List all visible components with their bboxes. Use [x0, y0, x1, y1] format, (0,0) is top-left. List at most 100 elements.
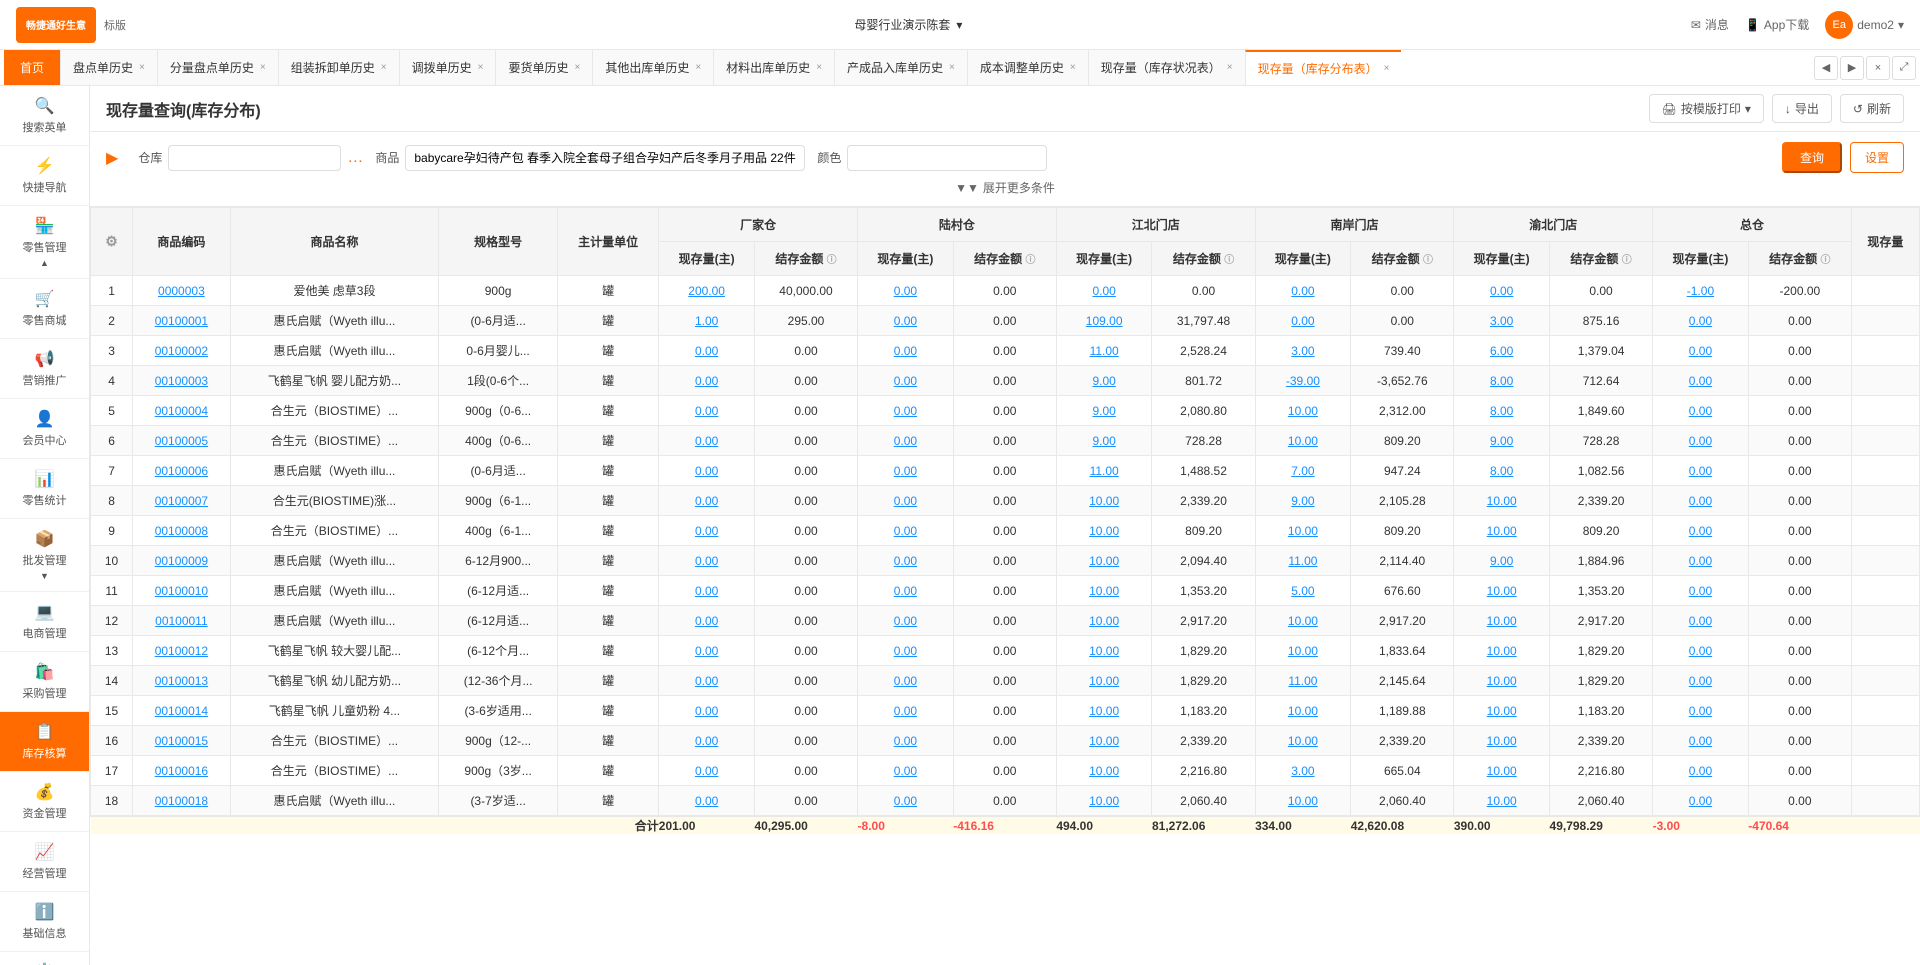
row-jb-qty: 109.00: [1056, 306, 1152, 336]
th-gear[interactable]: ⚙: [91, 208, 133, 276]
close-tab-7[interactable]: ×: [816, 62, 822, 73]
row-unit: 罐: [558, 336, 659, 366]
collapse-arrow[interactable]: ▶: [106, 148, 118, 168]
nav-tab-5[interactable]: 要货单历史 ×: [495, 50, 592, 86]
row-jb-amt: 1,353.20: [1152, 576, 1255, 606]
sidebar-item-marketing[interactable]: 📢 营销推广: [0, 339, 89, 399]
marketing-icon: 📢: [35, 349, 55, 369]
info-icon-1[interactable]: ⓘ: [827, 255, 837, 266]
close-tab-2[interactable]: ×: [260, 62, 266, 73]
footer-jb-qty: 494.00: [1056, 816, 1152, 834]
nav-tab-10[interactable]: 现存量（库存状况表） ×: [1088, 50, 1245, 86]
row-yb-amt: 0.00: [1550, 276, 1653, 306]
warehouse-field: 仓库 …: [138, 145, 363, 171]
nav-tab-1[interactable]: 盘点单历史 ×: [60, 50, 157, 86]
row-jb-amt: 1,488.52: [1152, 456, 1255, 486]
row-c-amt: 0.00: [754, 606, 857, 636]
color-input[interactable]: [847, 145, 1047, 171]
close-tab-9[interactable]: ×: [1070, 62, 1076, 73]
nav-tab-4[interactable]: 调拨单历史 ×: [399, 50, 496, 86]
sidebar-item-purchase[interactable]: 🛍️ 采购管理: [0, 652, 89, 712]
export-button[interactable]: ↓ 导出: [1772, 94, 1832, 123]
nav-tab-2[interactable]: 分量盘点单历史 ×: [157, 50, 278, 86]
wholesale-icon: 📦: [35, 529, 55, 549]
sidebar-item-wholesale[interactable]: 📦 批发管理 ▼: [0, 519, 89, 592]
row-z-qty: 0.00: [1653, 366, 1749, 396]
query-button[interactable]: 查询: [1782, 142, 1842, 173]
row-l-amt: 0.00: [953, 456, 1056, 486]
nav-tab-3[interactable]: 组装拆卸单历史 ×: [278, 50, 399, 86]
row-name: 爱他美 虑草3段: [230, 276, 438, 306]
close-tab-8[interactable]: ×: [949, 62, 955, 73]
close-tab-11[interactable]: ×: [1384, 63, 1390, 74]
nav-tab-6[interactable]: 其他出库单历史 ×: [592, 50, 713, 86]
setting-button[interactable]: 设置: [1850, 142, 1904, 173]
sidebar-item-finance[interactable]: 💰 资金管理: [0, 772, 89, 832]
row-na-qty: 0.00: [1255, 276, 1351, 306]
sidebar-item-quicknav[interactable]: ⚡ 快捷导航: [0, 146, 89, 206]
row-l-amt: 0.00: [953, 756, 1056, 786]
row-code: 00100018: [133, 786, 231, 817]
info-icon-6[interactable]: ⓘ: [1821, 255, 1831, 266]
row-index: 3: [91, 336, 133, 366]
warehouse-dots[interactable]: …: [347, 149, 363, 167]
row-na-qty: 10.00: [1255, 426, 1351, 456]
info-icon-4[interactable]: ⓘ: [1423, 255, 1433, 266]
sidebar-item-members[interactable]: 👤 会员中心: [0, 399, 89, 459]
store-selector[interactable]: 母婴行业演示陈套 ▾: [854, 16, 962, 33]
sidebar-item-search[interactable]: 🔍 搜索英单: [0, 86, 89, 146]
close-tab-4[interactable]: ×: [478, 62, 484, 73]
close-tab-3[interactable]: ×: [381, 62, 387, 73]
nav-close-all-button[interactable]: ×: [1866, 56, 1890, 80]
row-na-amt: 0.00: [1351, 276, 1454, 306]
table-row: 6 00100005 合生元（BIOSTIME）... 400g（0-6... …: [91, 426, 1920, 456]
refresh-button[interactable]: ↺ 刷新: [1840, 94, 1904, 123]
table-row: 16 00100015 合生元（BIOSTIME）... 900g（12-...…: [91, 726, 1920, 756]
nav-tab-11[interactable]: 现存量（库存分布表） ×: [1245, 50, 1402, 86]
nav-tab-7[interactable]: 材料出库单历史 ×: [713, 50, 834, 86]
row-unit: 罐: [558, 516, 659, 546]
print-button[interactable]: 🖨 按模版打印 ▾: [1649, 94, 1764, 123]
close-tab-1[interactable]: ×: [139, 62, 145, 73]
nav-tab-8[interactable]: 产成品入库单历史 ×: [834, 50, 967, 86]
page-title: 现存量查询(库存分布): [106, 97, 261, 121]
sidebar-item-retail-mall[interactable]: 🛒 零售商城: [0, 279, 89, 339]
row-code: 00100002: [133, 336, 231, 366]
sidebar-item-ecommerce[interactable]: 💻 电商管理: [0, 592, 89, 652]
nav-tab-9[interactable]: 成本调整单历史 ×: [967, 50, 1088, 86]
info-icon-5[interactable]: ⓘ: [1622, 255, 1632, 266]
row-spec: (6-12月适...: [439, 606, 558, 636]
row-c-qty: 1.00: [659, 306, 755, 336]
sidebar-item-retail-mgmt[interactable]: 🏪 零售管理 ▲: [0, 206, 89, 279]
row-l-amt: 0.00: [953, 576, 1056, 606]
sidebar-item-retail-stats[interactable]: 📊 零售统计: [0, 459, 89, 519]
sidebar-item-base-info[interactable]: ℹ️ 基础信息: [0, 892, 89, 952]
app-download-button[interactable]: 📱 App下载: [1745, 16, 1809, 33]
info-icon-2[interactable]: ⓘ: [1025, 255, 1035, 266]
close-tab-5[interactable]: ×: [574, 62, 580, 73]
row-l-amt: 0.00: [953, 306, 1056, 336]
goods-input[interactable]: [405, 145, 805, 171]
expand-more-button[interactable]: ▼▼ 展开更多条件: [106, 179, 1904, 196]
nav-next-button[interactable]: ▶: [1840, 56, 1864, 80]
close-tab-6[interactable]: ×: [695, 62, 701, 73]
row-yb-qty: 8.00: [1454, 366, 1550, 396]
sidebar-item-inventory[interactable]: 📋 库存核算: [0, 712, 89, 772]
nav-expand-button[interactable]: ⤢: [1892, 56, 1916, 80]
row-index: 4: [91, 366, 133, 396]
sidebar-item-system[interactable]: ⚙️ 系统管理: [0, 952, 89, 965]
nav-home-tab[interactable]: 首页: [4, 50, 60, 86]
user-menu[interactable]: Ea demo2 ▾: [1825, 11, 1904, 39]
table-row: 15 00100014 飞鹤星飞帆 儿童奶粉 4... (3-6岁适用... 罐…: [91, 696, 1920, 726]
row-na-qty: 10.00: [1255, 696, 1351, 726]
close-tab-10[interactable]: ×: [1227, 62, 1233, 73]
nav-prev-button[interactable]: ◀: [1814, 56, 1838, 80]
warehouse-input[interactable]: [168, 145, 341, 171]
sidebar-item-operations[interactable]: 📈 经营管理: [0, 832, 89, 892]
info-icon-3[interactable]: ⓘ: [1224, 255, 1234, 266]
message-button[interactable]: ✉ 消息: [1691, 16, 1729, 33]
row-na-qty: 10.00: [1255, 636, 1351, 666]
row-index: 8: [91, 486, 133, 516]
row-unit: 罐: [558, 456, 659, 486]
row-c-amt: 0.00: [754, 366, 857, 396]
